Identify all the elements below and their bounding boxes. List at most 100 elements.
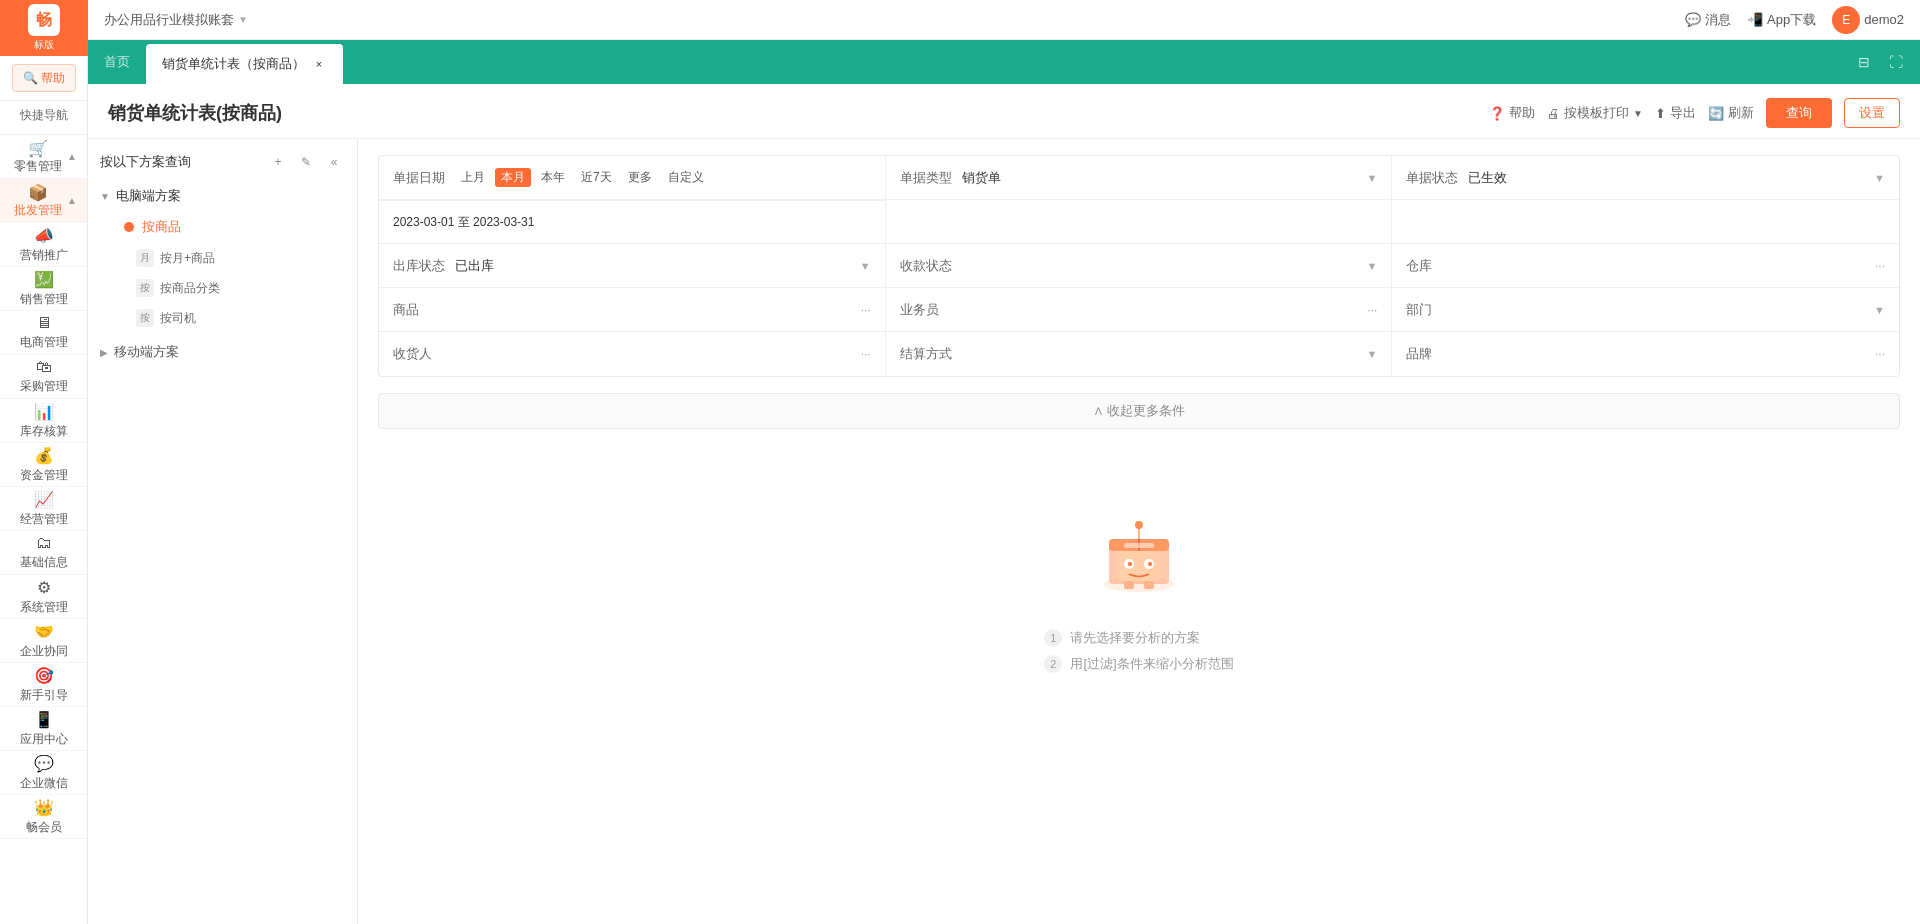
edit-scheme-button[interactable]: ✎ bbox=[295, 151, 317, 173]
date-current-month[interactable]: 本月 bbox=[495, 168, 531, 187]
collectstatus-dropdown-icon[interactable]: ▼ bbox=[1366, 260, 1377, 272]
outstatus-dropdown-icon[interactable]: ▼ bbox=[860, 260, 871, 272]
date-tags: 上月 本月 本年 近7天 更多 自定义 bbox=[455, 168, 710, 187]
docstatus-dropdown-icon[interactable]: ▼ bbox=[1874, 172, 1885, 184]
collapse-panel-button[interactable]: « bbox=[323, 151, 345, 173]
export-label: 导出 bbox=[1670, 104, 1696, 122]
main-nav: 🛒 零售管理 ▲ 📦 批发管理 ▲ 📣 营销推广 💹 销售管理 🖥 电商管理 🛍 bbox=[0, 135, 87, 924]
department-dropdown-icon[interactable]: ▼ bbox=[1874, 304, 1885, 316]
industry-dropdown[interactable]: 办公用品行业模拟账套 ▼ bbox=[104, 11, 248, 29]
scheme-panel-icons: + ✎ « bbox=[267, 151, 345, 173]
user-area[interactable]: E demo2 bbox=[1832, 6, 1904, 34]
sidebar-item-system[interactable]: ⚙ 系统管理 bbox=[0, 575, 87, 619]
help-button[interactable]: ❓ 帮助 bbox=[1489, 104, 1535, 122]
sidebar-item-sales[interactable]: 💹 销售管理 bbox=[0, 267, 87, 311]
pc-group-header[interactable]: ▼ 电脑端方案 bbox=[88, 181, 357, 211]
sidebar-item-basic[interactable]: 🗂 基础信息 bbox=[0, 531, 87, 575]
tab-bar: 首页 销货单统计表（按商品） × ⊟ ⛶ bbox=[88, 40, 1920, 84]
filter-panel: 单据日期 上月 本月 本年 近7天 更多 自定义 bbox=[358, 139, 1920, 924]
sidebar-item-retail[interactable]: 🛒 零售管理 ▲ bbox=[0, 135, 87, 179]
member-label: 畅会员 bbox=[26, 819, 62, 836]
salesman-more-icon[interactable]: ··· bbox=[1367, 303, 1377, 317]
username-label: demo2 bbox=[1864, 12, 1904, 27]
home-tab[interactable]: 首页 bbox=[88, 40, 146, 84]
sidebar-item-appstore[interactable]: 📱 应用中心 bbox=[0, 707, 87, 751]
sidebar-item-guide[interactable]: 🎯 新手引导 bbox=[0, 663, 87, 707]
date-7days[interactable]: 近7天 bbox=[575, 168, 618, 187]
template-print-button[interactable]: 🖨 按模板打印 ▼ bbox=[1547, 104, 1643, 122]
search-menu-button[interactable]: 🔍 帮助 bbox=[12, 64, 76, 92]
date-more[interactable]: 更多 bbox=[622, 168, 658, 187]
brand-more-icon[interactable]: ··· bbox=[1875, 347, 1885, 361]
empty-tip-2: 2 用[过滤]条件来缩小分析范围 bbox=[1044, 655, 1233, 673]
collectstatus-filter-label: 收款状态 bbox=[900, 257, 954, 275]
filter-receiver-cell: 收货人 ··· bbox=[379, 332, 886, 376]
refresh-icon: 🔄 bbox=[1708, 106, 1724, 121]
date-year[interactable]: 本年 bbox=[535, 168, 571, 187]
system-icon: ⚙ bbox=[37, 578, 51, 597]
payment-dropdown-icon[interactable]: ▼ bbox=[1366, 348, 1377, 360]
page-title: 销货单统计表(按商品) bbox=[108, 101, 282, 125]
message-label: 消息 bbox=[1705, 11, 1731, 29]
finance-icon: 💰 bbox=[34, 446, 54, 465]
goods-more-icon[interactable]: ··· bbox=[861, 303, 871, 317]
date-custom[interactable]: 自定义 bbox=[662, 168, 710, 187]
sidebar-item-purchase[interactable]: 🛍 采购管理 bbox=[0, 355, 87, 399]
sidebar-item-member[interactable]: 👑 畅会员 bbox=[0, 795, 87, 839]
appstore-label: 应用中心 bbox=[20, 731, 68, 748]
date-prev-month[interactable]: 上月 bbox=[455, 168, 491, 187]
enterprise-icon: 🤝 bbox=[34, 622, 54, 641]
scheme-goods-label: 按商品 bbox=[142, 218, 181, 236]
appstore-icon: 📱 bbox=[34, 710, 54, 729]
empty-tips: 1 请先选择要分析的方案 2 用[过滤]条件来缩小分析范围 bbox=[1044, 629, 1233, 673]
wholesale-icon: 📦 bbox=[28, 183, 48, 202]
mobile-group-header[interactable]: ▶ 移动端方案 bbox=[88, 337, 357, 367]
department-filter-label: 部门 bbox=[1406, 301, 1460, 319]
tab-bar-right: ⊟ ⛶ bbox=[1852, 50, 1920, 74]
wechat-icon: 💬 bbox=[34, 754, 54, 773]
tip-num-2: 2 bbox=[1044, 655, 1062, 673]
scheme-month-icon: 月 bbox=[136, 249, 154, 267]
warehouse-more-icon[interactable]: ··· bbox=[1875, 259, 1885, 273]
header-right: 💬 消息 📲 App下载 E demo2 bbox=[1685, 6, 1904, 34]
sidebar-item-wechat[interactable]: 💬 企业微信 bbox=[0, 751, 87, 795]
export-button[interactable]: ⬆ 导出 bbox=[1655, 104, 1696, 122]
settings-button[interactable]: 设置 bbox=[1844, 98, 1900, 128]
content-body: 按以下方案查询 + ✎ « ▼ 电脑端方案 按商品 bbox=[88, 139, 1920, 924]
guide-label: 新手引导 bbox=[20, 687, 68, 704]
sidebar-item-marketing[interactable]: 📣 营销推广 bbox=[0, 223, 87, 267]
receiver-more-icon[interactable]: ··· bbox=[861, 347, 871, 361]
sidebar-item-enterprise[interactable]: 🤝 企业协同 bbox=[0, 619, 87, 663]
current-tab[interactable]: 销货单统计表（按商品） × bbox=[146, 44, 343, 84]
doctype-dropdown-icon[interactable]: ▼ bbox=[1366, 172, 1377, 184]
scheme-by-category[interactable]: 按 按商品分类 bbox=[88, 273, 357, 303]
pc-group-triangle: ▼ bbox=[100, 191, 110, 202]
print-dropdown-icon: ▼ bbox=[1633, 108, 1643, 119]
basic-label: 基础信息 bbox=[20, 554, 68, 571]
tab-close-button[interactable]: × bbox=[311, 56, 327, 72]
sidebar-item-operations[interactable]: 📈 经营管理 bbox=[0, 487, 87, 531]
sales-icon: 💹 bbox=[34, 270, 54, 289]
scheme-by-goods[interactable]: 按商品 bbox=[88, 211, 357, 243]
message-button[interactable]: 💬 消息 bbox=[1685, 11, 1731, 29]
docstatus-filter-value: 已生效 bbox=[1468, 169, 1866, 187]
maximize-button[interactable]: ⛶ bbox=[1884, 50, 1908, 74]
collapse-conditions-button[interactable]: ∧ 收起更多条件 bbox=[378, 393, 1900, 429]
scheme-by-month-goods[interactable]: 月 按月+商品 bbox=[88, 243, 357, 273]
message-icon: 💬 bbox=[1685, 12, 1701, 27]
scheme-panel-title: 按以下方案查询 bbox=[100, 153, 191, 171]
filter-brand-cell: 品牌 ··· bbox=[1392, 332, 1899, 376]
add-scheme-button[interactable]: + bbox=[267, 151, 289, 173]
wechat-label: 企业微信 bbox=[20, 775, 68, 792]
refresh-button[interactable]: 🔄 刷新 bbox=[1708, 104, 1754, 122]
page-header: 销货单统计表(按商品) ❓ 帮助 🖨 按模板打印 ▼ ⬆ 导出 🔄 刷新 bbox=[88, 84, 1920, 139]
sidebar-item-wholesale[interactable]: 📦 批发管理 ▲ bbox=[0, 179, 87, 223]
app-download-button[interactable]: 📲 App下载 bbox=[1747, 11, 1816, 29]
scheme-by-driver[interactable]: 按 按司机 bbox=[88, 303, 357, 333]
sidebar-item-finance[interactable]: 💰 资金管理 bbox=[0, 443, 87, 487]
minimize-button[interactable]: ⊟ bbox=[1852, 50, 1876, 74]
sidebar-item-ecommerce[interactable]: 🖥 电商管理 bbox=[0, 311, 87, 355]
sidebar-item-inventory[interactable]: 📊 库存核算 bbox=[0, 399, 87, 443]
query-button[interactable]: 查询 bbox=[1766, 98, 1832, 128]
refresh-label: 刷新 bbox=[1728, 104, 1754, 122]
